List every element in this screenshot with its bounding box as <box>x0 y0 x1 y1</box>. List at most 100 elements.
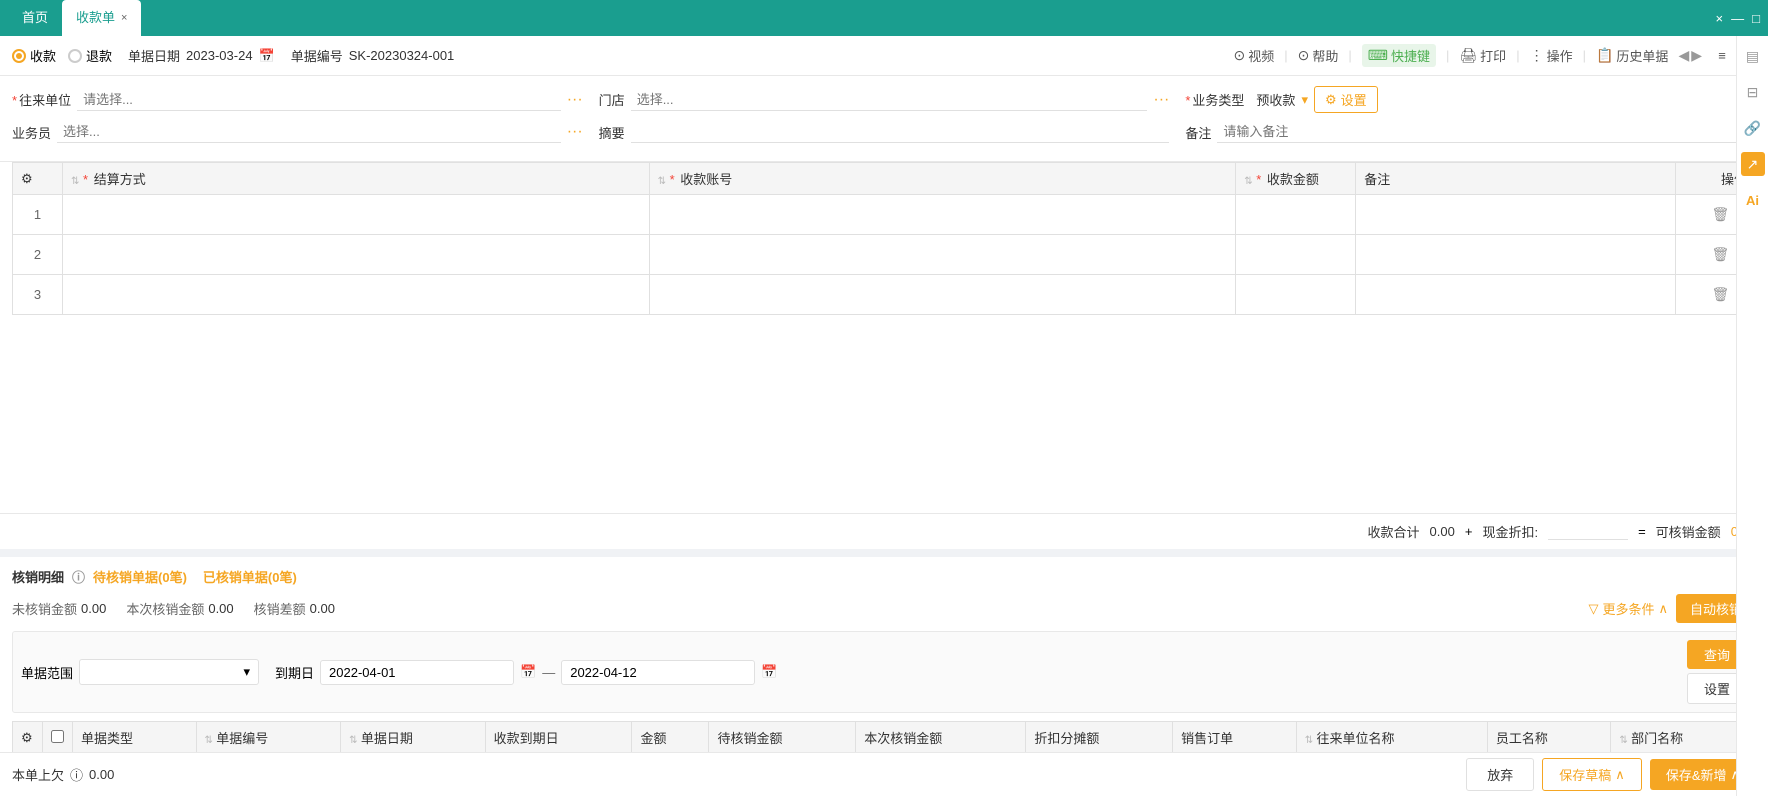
radio-receive[interactable]: 收款 <box>12 46 56 65</box>
delete-icon-1[interactable]: 🗑 <box>1711 206 1729 223</box>
nav-left-icon[interactable]: ◀ <box>1678 47 1689 64</box>
right-sidebar: ▤ ⊟ 🔗 ↗ Ai <box>1736 36 1768 796</box>
row-num-3: 3 <box>13 275 63 315</box>
store-input[interactable] <box>631 89 1148 111</box>
settings-gear-icon: ⚙ <box>1325 92 1337 108</box>
nav-tab-home[interactable]: 首页 <box>8 0 62 36</box>
current-verify-label: 本次核销金额 <box>126 599 204 618</box>
th-amount: ⇅ * 收款金额 <box>1236 163 1356 195</box>
current-label: 本单上欠 <box>12 765 64 784</box>
action-operation[interactable]: ⋮ 操作 <box>1530 46 1573 65</box>
search-filter-row: 单据范围 ▾ 到期日 📅 — 📅 查询 设置 <box>12 631 1756 713</box>
store-more-btn[interactable]: ··· <box>1153 91 1169 109</box>
action-print[interactable]: 🖨 打印 <box>1459 46 1506 65</box>
th-settings[interactable]: ⚙ <box>13 163 63 195</box>
sidebar-icon-table[interactable]: ▤ <box>1741 44 1765 68</box>
remark-input[interactable] <box>1217 121 1756 143</box>
close-tab-icon[interactable]: × <box>121 0 127 36</box>
cell-settlement-1[interactable] <box>63 195 650 235</box>
radio-receive-label: 收款 <box>30 46 56 65</box>
delete-icon-2[interactable]: 🗑 <box>1711 246 1729 263</box>
sidebar-icon-link[interactable]: 🔗 <box>1741 116 1765 140</box>
cell-amount-2[interactable] <box>1236 235 1356 275</box>
nav-tab-active[interactable]: 收款单 × <box>62 0 141 36</box>
partner-input[interactable] <box>77 89 561 111</box>
cell-account-3[interactable] <box>649 275 1236 315</box>
pending-tab[interactable]: 待核销单据(0笔) <box>93 567 187 586</box>
nav-arrows: ◀ ▶ <box>1678 47 1702 64</box>
th-settings-bottom[interactable]: ⚙ <box>13 722 43 754</box>
cell-account-1[interactable] <box>649 195 1236 235</box>
store-label: 门店 <box>599 90 625 109</box>
action-history[interactable]: 📋 历史单据 <box>1596 46 1668 65</box>
action-shortcut[interactable]: ⌨ 快捷键 <box>1362 44 1436 67</box>
info-icon[interactable]: ⓘ <box>72 567 85 586</box>
form-body: *往来单位 ··· 门店 ··· *业务类型 预收款 ▾ ⚙ 设置 业务 <box>0 76 1768 162</box>
window-minimize-icon[interactable]: — <box>1731 11 1744 26</box>
delete-icon-3[interactable]: 🗑 <box>1711 286 1729 303</box>
sidebar-icon-expand[interactable]: ↗ <box>1741 152 1765 176</box>
biz-type-dropdown-icon[interactable]: ▾ <box>1301 92 1308 108</box>
section-title-text: 核销明细 <box>12 567 64 586</box>
partner-more-btn[interactable]: ··· <box>567 91 583 109</box>
cell-account-2[interactable] <box>649 235 1236 275</box>
staff-more-btn[interactable]: ··· <box>567 123 583 141</box>
date-to-input[interactable] <box>561 660 755 685</box>
form-row-2: 业务员 ··· 摘要 备注 <box>12 121 1756 143</box>
main-table: ⚙ ⇅ * 结算方式 ⇅ * 收款账号 ⇅ * 收款 <box>12 162 1756 315</box>
biz-type-value: 预收款 <box>1256 90 1295 109</box>
action-video[interactable]: ⊙ 视频 <box>1233 46 1274 65</box>
summary-input[interactable] <box>631 121 1170 143</box>
th-remark: 备注 <box>1356 163 1676 195</box>
row-num-2: 2 <box>13 235 63 275</box>
tab-links: 待核销单据(0笔) 已核销单据(0笔) <box>93 567 297 586</box>
available-label: 可核销金额 <box>1656 522 1721 541</box>
summary-row: 收款合计 0.00 + 现金折扣: = 可核销金额 0.00 <box>0 513 1768 549</box>
settings-button[interactable]: ⚙ 设置 <box>1314 86 1378 113</box>
cal-to-icon[interactable]: 📅 <box>761 664 777 680</box>
window-maximize-icon[interactable]: □ <box>1752 11 1760 26</box>
remark-field: 备注 <box>1185 121 1756 143</box>
calendar-icon[interactable]: 📅 <box>259 48 275 64</box>
diff-value: 0.00 <box>310 601 335 616</box>
done-tab[interactable]: 已核销单据(0笔) <box>203 567 297 586</box>
cell-amount-3[interactable] <box>1236 275 1356 315</box>
nav-right-icon[interactable]: ▶ <box>1691 47 1702 64</box>
th-checkbox[interactable] <box>43 722 73 754</box>
action-help[interactable]: ⊙ 帮助 <box>1298 46 1339 65</box>
date-from-input[interactable] <box>320 660 514 685</box>
th-due-date-col: 收款到期日 <box>485 722 632 754</box>
cell-settlement-2[interactable] <box>63 235 650 275</box>
doc-no-value: SK-20230324-001 <box>349 48 455 63</box>
sidebar-icon-list[interactable]: ⊟ <box>1741 80 1765 104</box>
divider1: | <box>1284 48 1287 63</box>
th-partner-col: ⇅ 往来单位名称 <box>1296 722 1487 754</box>
header-actions: ⊙ 视频 | ⊙ 帮助 | ⌨ 快捷键 | 🖨 打印 | ⋮ 操作 <box>1233 44 1756 67</box>
window-close-icon[interactable]: × <box>1716 11 1724 26</box>
discount-input[interactable] <box>1548 524 1628 540</box>
th-dept-col: ⇅ 部门名称 <box>1611 722 1756 754</box>
more-filter-btn[interactable]: ▽ 更多条件 ∧ <box>1588 599 1668 618</box>
action-help-label: 帮助 <box>1312 46 1338 65</box>
current-value: 0.00 <box>89 767 114 782</box>
cell-amount-1[interactable] <box>1236 195 1356 235</box>
abandon-button[interactable]: 放弃 <box>1466 758 1534 791</box>
cell-remark-3[interactable] <box>1356 275 1676 315</box>
select-all-checkbox[interactable] <box>51 730 64 743</box>
range-select[interactable]: ▾ <box>79 659 259 685</box>
cell-remark-2[interactable] <box>1356 235 1676 275</box>
partner-label: *往来单位 <box>12 90 71 109</box>
staff-input[interactable] <box>57 121 561 143</box>
th-discount-col: 折扣分摊额 <box>1026 722 1173 754</box>
view-list-icon[interactable]: ≡ <box>1712 46 1732 66</box>
cell-settlement-3[interactable] <box>63 275 650 315</box>
ai-assistant-icon[interactable]: Ai <box>1741 188 1765 212</box>
action-shortcut-label: 快捷键 <box>1391 46 1430 65</box>
radio-refund[interactable]: 退款 <box>68 46 112 65</box>
date-label: 单据日期 <box>128 46 180 65</box>
save-draft-button[interactable]: 保存草稿 ∧ <box>1542 758 1642 791</box>
cell-remark-1[interactable] <box>1356 195 1676 235</box>
range-field: 单据范围 ▾ <box>21 659 259 685</box>
cal-from-icon[interactable]: 📅 <box>520 664 536 680</box>
table-row: 1 🗑 ⊕ <box>13 195 1756 235</box>
